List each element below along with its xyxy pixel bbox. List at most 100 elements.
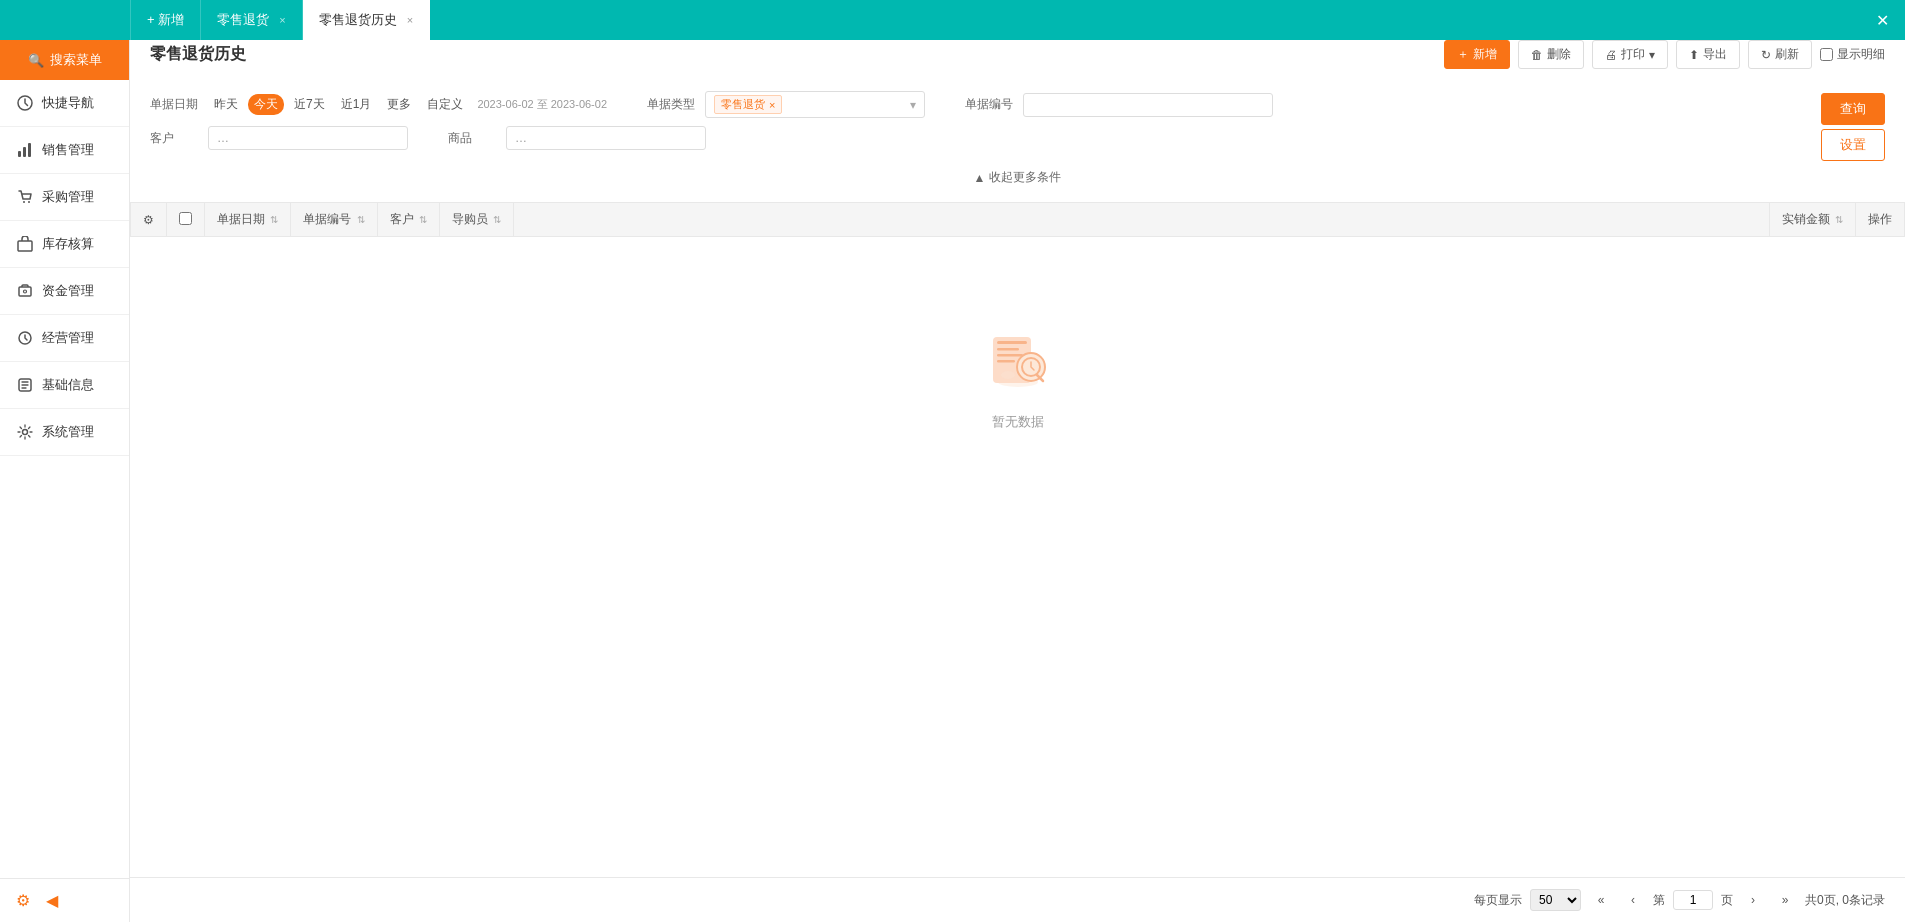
window-close-button[interactable]: ✕ <box>1876 11 1889 30</box>
app-layout: 🔍 搜索菜单 快捷导航 销售管理 采购管理 库存核算 <box>0 40 1905 922</box>
customer-filter-label: 客户 <box>150 130 200 147</box>
last-page-button[interactable]: » <box>1773 888 1797 912</box>
empty-state-icon <box>978 317 1058 397</box>
sidebar-item-operations-mgmt[interactable]: 经营管理 <box>0 315 129 362</box>
th-date[interactable]: 单据日期 ⇅ <box>205 203 291 237</box>
main-content: 零售退货历史 ＋ 新增 🗑 删除 🖨 打印 ▾ <box>130 40 1905 922</box>
collapse-button[interactable]: ▲ 收起更多条件 <box>962 165 1074 190</box>
th-amount-sort-icon: ⇅ <box>1835 214 1843 225</box>
sidebar-item-quick-nav[interactable]: 快捷导航 <box>0 80 129 127</box>
filter-collapse-row: ▲ 收起更多条件 <box>150 161 1885 198</box>
new-label: 新增 <box>1473 46 1497 63</box>
th-voucher-no[interactable]: 单据编号 ⇅ <box>291 203 377 237</box>
th-amount-label: 实销金额 <box>1782 212 1830 226</box>
date-btn-1month[interactable]: 近1月 <box>335 94 378 115</box>
operations-mgmt-icon <box>16 329 34 347</box>
sidebar-search[interactable]: 🔍 搜索菜单 <box>0 40 129 80</box>
export-button[interactable]: ⬆ 导出 <box>1676 40 1740 69</box>
gear-icon[interactable]: ⚙ <box>143 213 154 227</box>
date-btn-yesterday[interactable]: 昨天 <box>208 94 244 115</box>
customer-filter-input[interactable]: … <box>208 126 408 150</box>
svg-rect-15 <box>997 354 1023 357</box>
th-guide[interactable]: 导购员 ⇅ <box>440 203 514 237</box>
prev-page-button[interactable]: ‹ <box>1621 888 1645 912</box>
tab-home[interactable]: + 新增 <box>130 0 201 40</box>
basic-info-icon <box>16 376 34 394</box>
sidebar-item-system-mgmt-label: 系统管理 <box>42 423 94 441</box>
sidebar-item-finance-mgmt[interactable]: 资金管理 <box>0 268 129 315</box>
svg-rect-1 <box>18 151 21 157</box>
top-bar: + 新增 零售退货 × 零售退货历史 × ✕ <box>0 0 1905 40</box>
inventory-icon <box>16 235 34 253</box>
tab-retail-return-history[interactable]: 零售退货历史 × <box>303 0 430 40</box>
th-voucher-sort-icon: ⇅ <box>357 214 365 225</box>
th-guide-sort-icon: ⇅ <box>493 214 501 225</box>
type-tag-close[interactable]: × <box>769 99 775 111</box>
total-info: 共0页, 0条记录 <box>1805 892 1885 909</box>
tab-retail-return-history-label: 零售退货历史 <box>319 11 397 29</box>
page-title: 零售退货历史 <box>150 44 246 65</box>
select-all-checkbox[interactable] <box>179 212 192 225</box>
date-btn-7days[interactable]: 近7天 <box>288 94 331 115</box>
th-checkbox[interactable] <box>167 203 205 237</box>
date-range-display: 2023-06-02 至 2023-06-02 <box>477 97 607 112</box>
date-btn-more[interactable]: 更多 <box>381 94 417 115</box>
per-page-select[interactable]: 10 20 50 100 <box>1530 889 1581 911</box>
export-label: 导出 <box>1703 46 1727 63</box>
th-customer[interactable]: 客户 ⇅ <box>377 203 439 237</box>
th-amount[interactable]: 实销金额 ⇅ <box>1769 203 1855 237</box>
finance-mgmt-icon <box>16 282 34 300</box>
page-unit: 页 <box>1721 892 1733 909</box>
tab-retail-return[interactable]: 零售退货 × <box>201 0 302 40</box>
settings-bottom-icon[interactable]: ⚙ <box>16 891 30 910</box>
toolbar: ＋ 新增 🗑 删除 🖨 打印 ▾ ⬆ 导出 <box>1444 40 1885 69</box>
show-detail-checkbox-label[interactable]: 显示明细 <box>1820 46 1885 63</box>
refresh-button[interactable]: ↻ 刷新 <box>1748 40 1812 69</box>
goods-filter-input[interactable]: … <box>506 126 706 150</box>
th-date-label: 单据日期 <box>217 212 265 226</box>
goods-filter-label: 商品 <box>448 130 498 147</box>
sidebar-search-label: 搜索菜单 <box>50 51 102 69</box>
th-settings[interactable]: ⚙ <box>131 203 167 237</box>
query-button[interactable]: 查询 <box>1821 93 1885 125</box>
date-btn-custom[interactable]: 自定义 <box>421 94 469 115</box>
empty-state-text: 暂无数据 <box>992 413 1044 431</box>
sidebar-item-system-mgmt[interactable]: 系统管理 <box>0 409 129 456</box>
show-detail-label: 显示明细 <box>1837 46 1885 63</box>
svg-point-4 <box>23 201 25 203</box>
date-btn-today[interactable]: 今天 <box>248 94 284 115</box>
print-button[interactable]: 🖨 打印 ▾ <box>1592 40 1668 69</box>
settings-filter-button[interactable]: 设置 <box>1821 129 1885 161</box>
th-voucher-no-label: 单据编号 <box>303 212 351 226</box>
voucher-filter-input[interactable] <box>1023 93 1273 117</box>
tab-retail-return-history-close[interactable]: × <box>407 14 413 26</box>
sidebar-item-purchase-mgmt[interactable]: 采购管理 <box>0 174 129 221</box>
svg-rect-7 <box>19 287 31 296</box>
filter-group-voucher: 单据编号 <box>965 93 1273 117</box>
sidebar-item-purchase-mgmt-label: 采购管理 <box>42 188 94 206</box>
type-filter-select[interactable]: 零售退货 × ▾ <box>705 91 925 118</box>
sidebar-item-inventory[interactable]: 库存核算 <box>0 221 129 268</box>
sidebar-item-sales-mgmt[interactable]: 销售管理 <box>0 127 129 174</box>
table-header: ⚙ 单据日期 ⇅ 单据编号 ⇅ <box>131 203 1905 237</box>
page-number-input[interactable] <box>1673 890 1713 910</box>
first-page-button[interactable]: « <box>1589 888 1613 912</box>
empty-state: 暂无数据 <box>130 237 1905 511</box>
sidebar-bottom: ⚙ ◀ <box>0 878 129 922</box>
th-ops-label: 操作 <box>1868 212 1892 226</box>
sidebar: 🔍 搜索菜单 快捷导航 销售管理 采购管理 库存核算 <box>0 40 130 922</box>
per-page-label: 每页显示 <box>1474 892 1522 909</box>
delete-button[interactable]: 🗑 删除 <box>1518 40 1584 69</box>
delete-label: 删除 <box>1547 46 1571 63</box>
svg-point-8 <box>24 290 27 293</box>
collapse-sidebar-icon[interactable]: ◀ <box>46 891 58 910</box>
th-guide-label: 导购员 <box>452 212 488 226</box>
next-page-button[interactable]: › <box>1741 888 1765 912</box>
sidebar-item-basic-info[interactable]: 基础信息 <box>0 362 129 409</box>
refresh-icon: ↻ <box>1761 48 1771 62</box>
new-button[interactable]: ＋ 新增 <box>1444 40 1510 69</box>
show-detail-checkbox[interactable] <box>1820 48 1833 61</box>
tab-retail-return-close[interactable]: × <box>279 14 285 26</box>
tab-home-label: + 新增 <box>147 11 184 29</box>
filter-section: 零售退货历史 ＋ 新增 🗑 删除 🖨 打印 ▾ <box>130 40 1905 202</box>
